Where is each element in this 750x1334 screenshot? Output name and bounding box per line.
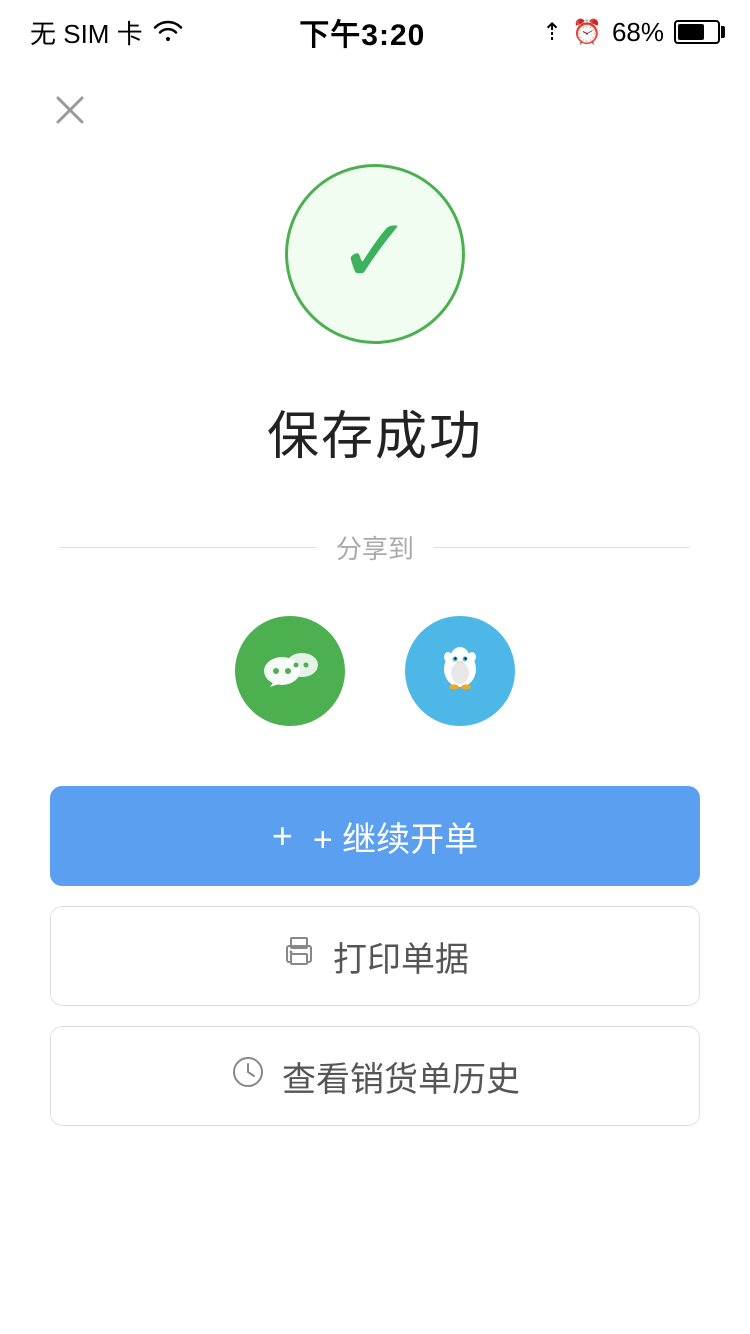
close-button[interactable]: [40, 80, 100, 140]
qq-share-button[interactable]: [405, 616, 515, 726]
print-icon: [281, 934, 317, 978]
alarm-icon: ⏰: [572, 18, 602, 47]
no-sim-text: 无 SIM 卡: [30, 14, 143, 51]
wifi-icon: [153, 17, 183, 48]
share-divider-row: 分享到: [0, 529, 750, 566]
divider-left: [60, 547, 316, 548]
history-label: 查看销货单历史: [282, 1052, 520, 1101]
status-time: 下午3:20: [299, 10, 425, 54]
battery-icon: [674, 20, 720, 44]
checkmark-icon: ✓: [337, 207, 412, 297]
continue-label: + 继续开单: [313, 812, 478, 861]
main-content: ✓ 保存成功 分享到: [0, 64, 750, 1126]
history-button[interactable]: 查看销货单历史: [50, 1026, 700, 1126]
share-label: 分享到: [336, 529, 414, 566]
location-icon: ⇡: [542, 18, 562, 47]
status-bar: 无 SIM 卡 下午3:20 ⇡ ⏰ 68%: [0, 0, 750, 64]
share-section: 分享到: [0, 529, 750, 726]
continue-button[interactable]: + + 继续开单: [50, 786, 700, 886]
share-icons-row: [235, 616, 515, 726]
actions-section: + + 继续开单 打印单据 查看销货单历: [0, 786, 750, 1126]
status-right: ⇡ ⏰ 68%: [542, 17, 720, 48]
battery-fill: [678, 24, 704, 40]
battery-percent: 68%: [612, 17, 664, 48]
status-left: 无 SIM 卡: [30, 14, 183, 51]
success-icon-circle: ✓: [285, 164, 465, 344]
wechat-share-button[interactable]: [235, 616, 345, 726]
print-label: 打印单据: [333, 932, 469, 981]
success-title: 保存成功: [267, 394, 483, 469]
history-icon: [230, 1054, 266, 1099]
continue-plus-icon: +: [272, 815, 293, 857]
divider-right: [434, 547, 690, 548]
print-button[interactable]: 打印单据: [50, 906, 700, 1006]
